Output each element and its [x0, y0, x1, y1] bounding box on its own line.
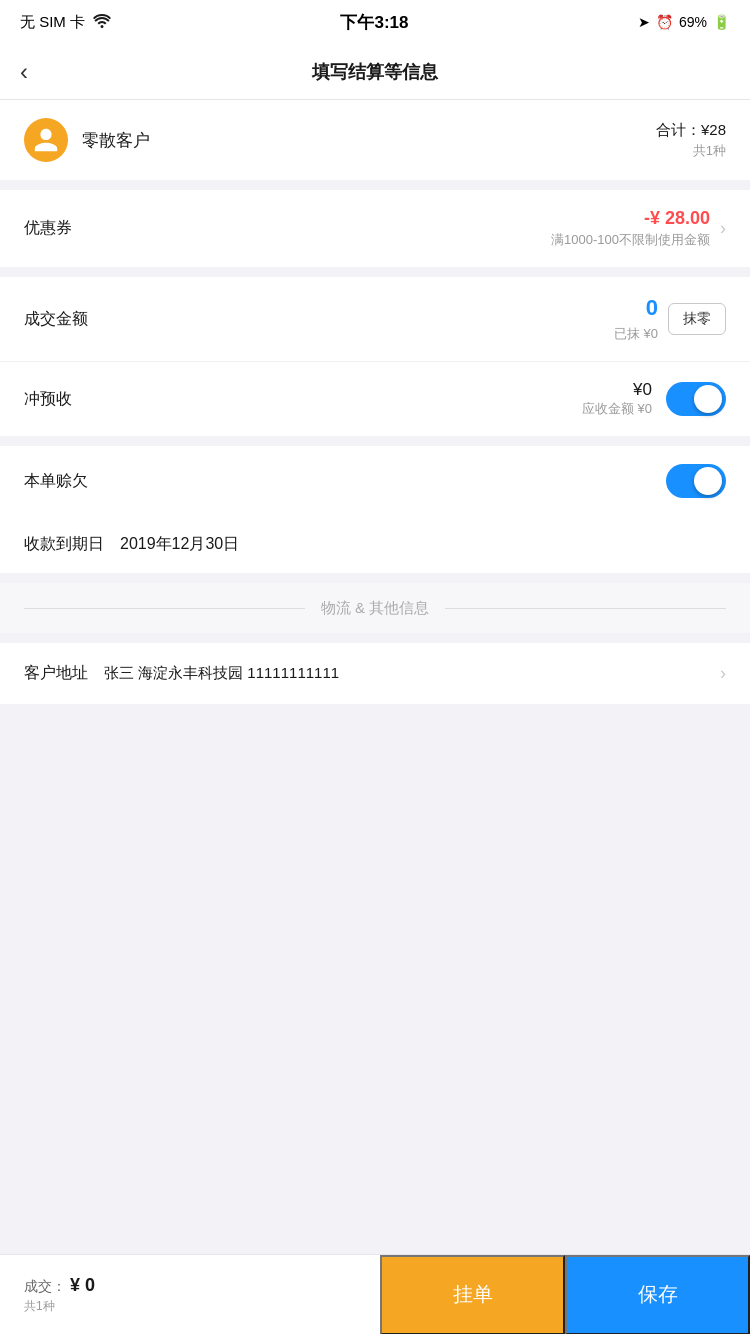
- due-date-row: 收款到期日 2019年12月30日: [0, 516, 750, 573]
- already-rounded-text: 已抹 ¥0: [614, 325, 658, 343]
- hold-button[interactable]: 挂单: [380, 1255, 565, 1335]
- round-button[interactable]: 抹零: [668, 303, 726, 335]
- bottom-deal-line: 成交： ¥ 0: [24, 1275, 356, 1296]
- debt-label: 本单赊欠: [24, 471, 88, 492]
- prepay-main-value: ¥0: [582, 380, 652, 400]
- toggle-knob: [694, 385, 722, 413]
- nav-bar: ‹ 填写结算等信息: [0, 44, 750, 100]
- logistics-title-bg: 物流 & 其他信息: [305, 599, 445, 618]
- total-count: 共1种: [656, 142, 726, 160]
- total-amount: 合计：¥28: [656, 121, 726, 140]
- bottom-info: 成交： ¥ 0 共1种: [0, 1275, 380, 1315]
- coupon-right: -¥ 28.00 满1000-100不限制使用金额 ›: [551, 208, 726, 249]
- customer-name: 零散客户: [82, 129, 150, 152]
- coupon-section: 优惠券 -¥ 28.00 满1000-100不限制使用金额 ›: [0, 190, 750, 267]
- status-bar: 无 SIM 卡 下午3:18 ➤ ⏰ 69% 🔋: [0, 0, 750, 44]
- prepay-toggle[interactable]: [666, 382, 726, 416]
- debt-toggle[interactable]: [666, 464, 726, 498]
- battery-text: 69%: [679, 14, 707, 30]
- coupon-chevron-icon: ›: [720, 218, 726, 239]
- deal-amount-value: 0: [646, 295, 658, 320]
- coupon-discount: -¥ 28.00: [551, 208, 710, 229]
- deal-section: 成交金额 0 已抹 ¥0 抹零 冲预收 ¥0 应收金额 ¥0: [0, 277, 750, 436]
- battery-icon: 🔋: [713, 14, 730, 30]
- debt-toggle-knob: [694, 467, 722, 495]
- prepay-values: ¥0 应收金额 ¥0: [582, 380, 652, 418]
- deal-amount-row: 成交金额 0 已抹 ¥0 抹零: [0, 277, 750, 362]
- customer-left: 零散客户: [24, 118, 150, 162]
- address-section: 客户地址 张三 海淀永丰科技园 11111111111 ›: [0, 643, 750, 704]
- address-value: 张三 海淀永丰科技园 11111111111: [104, 664, 720, 683]
- prepay-right: ¥0 应收金额 ¥0: [582, 380, 726, 418]
- address-row[interactable]: 客户地址 张三 海淀永丰科技园 11111111111 ›: [0, 643, 750, 704]
- address-chevron-icon: ›: [720, 663, 726, 684]
- debt-section: 本单赊欠 收款到期日 2019年12月30日: [0, 446, 750, 573]
- coupon-description: 满1000-100不限制使用金额: [551, 231, 710, 249]
- bottom-bar: 成交： ¥ 0 共1种 挂单 保存: [0, 1254, 750, 1334]
- logistics-section: 物流 & 其他信息: [0, 583, 750, 633]
- deal-amount-right: 0 已抹 ¥0 抹零: [614, 295, 726, 343]
- customer-avatar: [24, 118, 68, 162]
- bottom-deal-count: 共1种: [24, 1298, 356, 1315]
- customer-total: 合计：¥28 共1种: [656, 121, 726, 160]
- page-title: 填写结算等信息: [312, 60, 438, 84]
- alarm-icon: ⏰: [656, 14, 673, 30]
- deal-amount-label: 成交金额: [24, 309, 88, 330]
- coupon-label: 优惠券: [24, 218, 72, 239]
- due-date-value: 2019年12月30日: [120, 534, 239, 555]
- status-right: ➤ ⏰ 69% 🔋: [638, 14, 730, 30]
- coupon-values: -¥ 28.00 满1000-100不限制使用金额: [551, 208, 710, 249]
- save-button[interactable]: 保存: [565, 1255, 750, 1335]
- address-label: 客户地址: [24, 663, 88, 684]
- logistics-header: 物流 & 其他信息: [0, 583, 750, 633]
- due-date-label: 收款到期日: [24, 534, 104, 555]
- deal-amount-values: 0 已抹 ¥0: [614, 295, 658, 343]
- coupon-row[interactable]: 优惠券 -¥ 28.00 满1000-100不限制使用金额 ›: [0, 190, 750, 267]
- bottom-deal-amount: ¥ 0: [70, 1275, 95, 1296]
- prepay-row: 冲预收 ¥0 应收金额 ¥0: [0, 362, 750, 436]
- content-area: 零散客户 合计：¥28 共1种 优惠券 -¥ 28.00 满1000-100不限…: [0, 100, 750, 814]
- wifi-icon: [93, 14, 111, 31]
- bottom-deal-label: 成交：: [24, 1278, 66, 1296]
- carrier-text: 无 SIM 卡: [20, 13, 85, 32]
- location-icon: ➤: [638, 14, 650, 30]
- prepay-label: 冲预收: [24, 389, 72, 410]
- logistics-title: 物流 & 其他信息: [321, 599, 429, 616]
- customer-section: 零散客户 合计：¥28 共1种: [0, 100, 750, 180]
- customer-row: 零散客户 合计：¥28 共1种: [0, 100, 750, 180]
- prepay-sub-value: 应收金额 ¥0: [582, 400, 652, 418]
- debt-row: 本单赊欠: [0, 446, 750, 516]
- status-time: 下午3:18: [340, 11, 408, 34]
- status-left: 无 SIM 卡: [20, 13, 111, 32]
- back-button[interactable]: ‹: [20, 58, 28, 86]
